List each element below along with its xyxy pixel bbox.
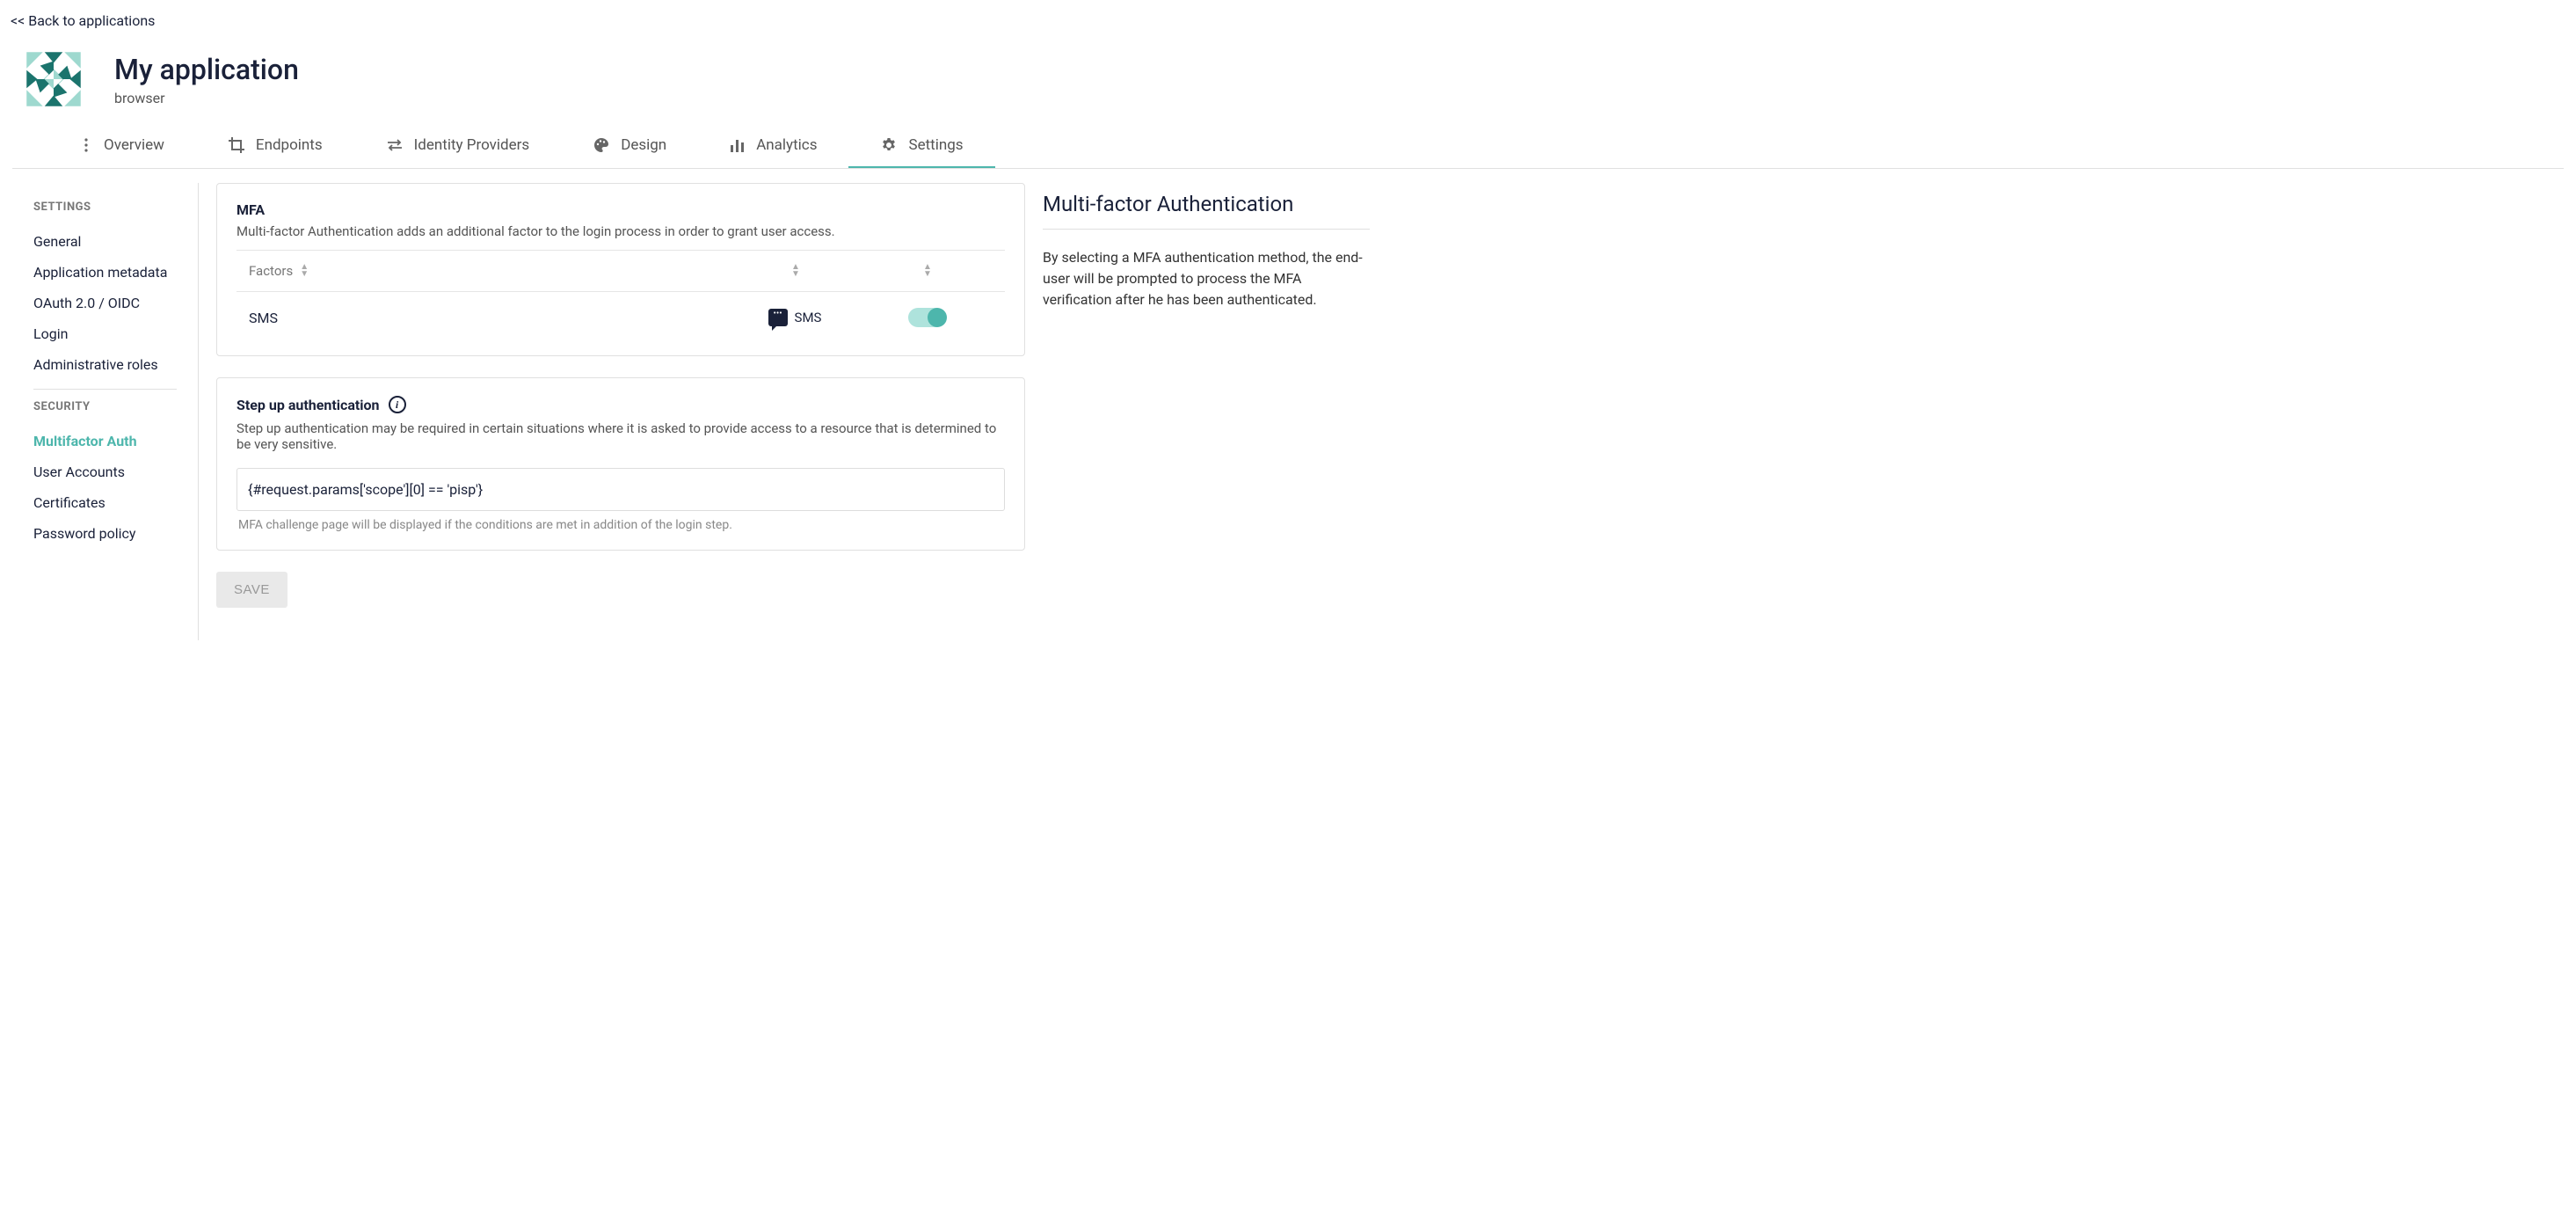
sidebar-item-password-policy[interactable]: Password policy — [33, 518, 191, 549]
crop-icon — [228, 136, 245, 154]
toggle-knob — [928, 308, 947, 327]
mfa-card-desc: Multi-factor Authentication adds an addi… — [236, 223, 1005, 239]
stepup-expression-input[interactable] — [236, 468, 1005, 511]
sidebar-item-oauth-oidc[interactable]: OAuth 2.0 / OIDC — [33, 288, 191, 318]
sidebar-heading-settings: SETTINGS — [33, 201, 191, 214]
app-header: My application browser — [0, 36, 2576, 124]
tab-design[interactable]: Design — [561, 124, 698, 168]
sidebar-item-multifactor-auth[interactable]: Multifactor Auth — [33, 426, 191, 456]
bars-icon — [730, 138, 746, 152]
tab-endpoints[interactable]: Endpoints — [196, 124, 354, 168]
tab-label: Analytics — [756, 136, 817, 154]
column-header-toggle[interactable]: ▲▼ — [861, 264, 993, 278]
stepup-card-title: Step up authentication — [236, 397, 380, 413]
page-subtitle: browser — [114, 90, 299, 106]
page-title: My application — [114, 53, 299, 86]
stepup-hint: MFA challenge page will be displayed if … — [238, 518, 1003, 532]
mfa-card-title: MFA — [236, 201, 1005, 218]
tab-identity-providers[interactable]: Identity Providers — [354, 124, 562, 168]
tab-settings[interactable]: Settings — [848, 124, 994, 168]
stepup-card-desc: Step up authentication may be required i… — [236, 420, 1005, 452]
info-panel: Multi-factor Authentication By selecting… — [1043, 183, 1377, 640]
save-button[interactable]: SAVE — [216, 572, 287, 608]
sort-icon: ▲▼ — [923, 264, 932, 278]
tab-overview[interactable]: Overview — [47, 124, 196, 168]
tab-label: Design — [621, 136, 666, 154]
back-link[interactable]: << Back to applications — [0, 0, 2576, 36]
factors-table-header: Factors ▲▼ ▲▼ ▲▼ — [236, 251, 1005, 292]
column-header-label: Factors — [249, 263, 293, 279]
tab-label: Identity Providers — [414, 136, 530, 154]
gear-icon — [880, 136, 898, 154]
sort-icon: ▲▼ — [791, 264, 800, 278]
sidebar-divider — [33, 389, 177, 390]
tab-label: Overview — [104, 136, 164, 154]
sidebar-item-general[interactable]: General — [33, 226, 191, 257]
stepup-card: Step up authentication i Step up authent… — [216, 377, 1025, 551]
sidebar-heading-security: SECURITY — [33, 400, 191, 413]
tab-analytics[interactable]: Analytics — [698, 124, 848, 168]
factor-name: SMS — [249, 310, 729, 326]
sidebar-item-certificates[interactable]: Certificates — [33, 487, 191, 518]
column-header-factors[interactable]: Factors ▲▼ — [249, 263, 729, 279]
app-logo — [18, 43, 90, 115]
tab-label: Endpoints — [256, 136, 323, 154]
table-row: SMS SMS — [236, 292, 1005, 338]
sidebar-item-administrative-roles[interactable]: Administrative roles — [33, 349, 191, 380]
column-header-type[interactable]: ▲▼ — [729, 264, 861, 278]
sidebar-item-application-metadata[interactable]: Application metadata — [33, 257, 191, 288]
palette-icon — [593, 136, 610, 154]
factor-type: SMS — [729, 309, 861, 326]
sidebar-item-user-accounts[interactable]: User Accounts — [33, 456, 191, 487]
sort-icon: ▲▼ — [300, 264, 309, 278]
sidebar: SETTINGS General Application metadata OA… — [12, 183, 199, 640]
dots-vertical-icon — [79, 137, 93, 153]
mfa-card: MFA Multi-factor Authentication adds an … — [216, 183, 1025, 356]
info-panel-title: Multi-factor Authentication — [1043, 192, 1370, 230]
sidebar-item-login[interactable]: Login — [33, 318, 191, 349]
sms-icon — [768, 309, 788, 326]
factor-type-label: SMS — [795, 310, 822, 325]
swap-icon — [386, 138, 404, 152]
info-icon[interactable]: i — [389, 396, 406, 413]
tabs: Overview Endpoints Identity Providers De… — [12, 124, 2564, 169]
tab-label: Settings — [908, 136, 963, 154]
info-panel-text: By selecting a MFA authentication method… — [1043, 247, 1370, 310]
factor-toggle[interactable] — [908, 308, 945, 327]
